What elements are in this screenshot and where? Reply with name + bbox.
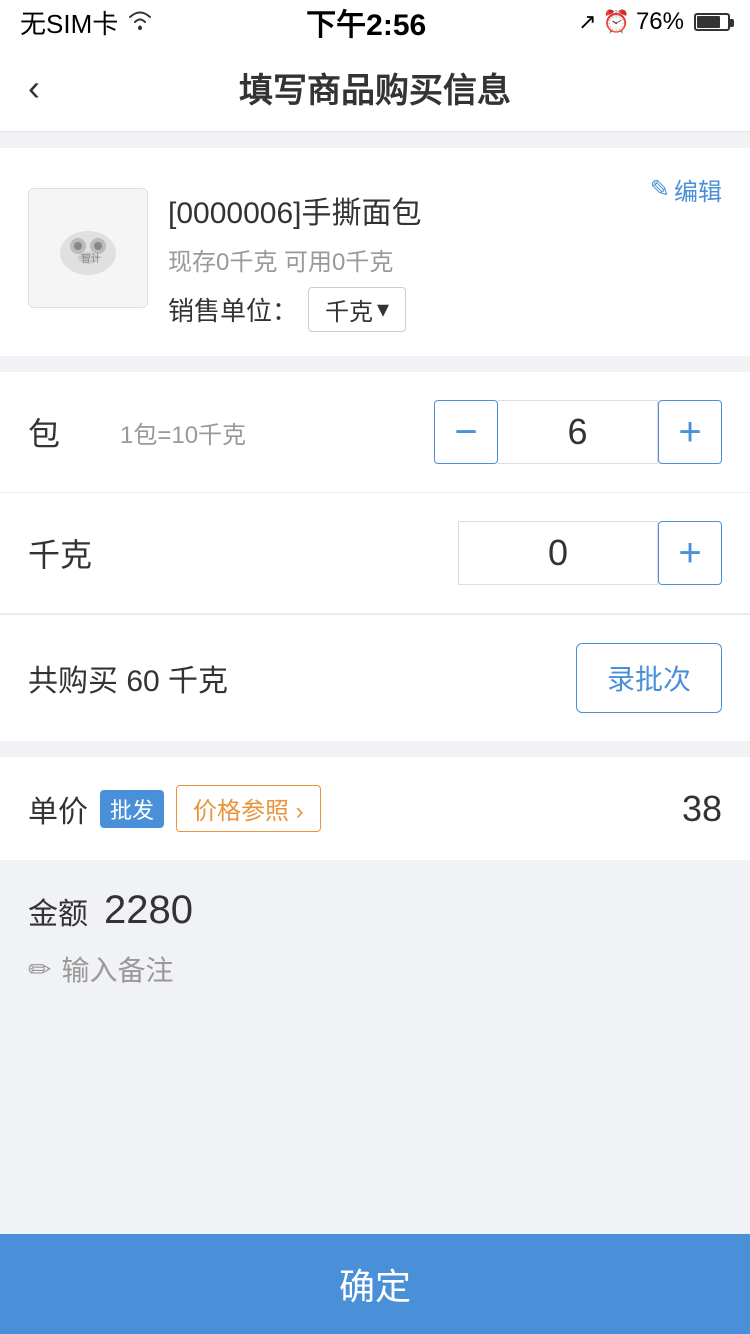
form-section: 包 1包=10千克 − + 千克 + 共购买 60 千克 录批次 [0,372,750,741]
chevron-down-icon: ▾ [377,295,389,324]
kg-quantity-control: + [458,521,722,585]
bag-row: 包 1包=10千克 − + [0,372,750,493]
status-bar: 无SIM卡 下午2:56 ↗ ⏰ 76% [0,0,750,44]
amount-value: 2280 [104,888,193,933]
back-button[interactable]: ‹ [28,67,40,109]
price-value: 38 [682,788,722,830]
carrier-text: 无SIM卡 [20,4,118,41]
status-indicators: ↗ ⏰ 76% [578,8,730,36]
product-name: [0000006]手撕面包 [168,188,722,232]
product-card: 智计 [0000006]手撕面包 现存0千克 可用0千克 销售单位： 千克 ▾ … [0,148,750,356]
remark-label: 输入备注 [61,949,173,989]
price-label-group: 单价 批发 价格参照 › [28,785,321,832]
page-title: 填写商品购买信息 [239,63,511,112]
confirm-button[interactable]: 确定 [0,1234,750,1334]
batch-badge: 批发 [100,790,164,828]
edit-button[interactable]: ✎ 编辑 [650,172,722,207]
price-reference-button[interactable]: 价格参照 › [176,785,321,832]
kg-increment-button[interactable]: + [658,521,722,585]
svg-text:智计: 智计 [81,252,101,265]
spacer [0,1017,750,1234]
product-image: 智计 [28,188,148,308]
unit-label: 销售单位： [168,291,298,328]
battery-icon [694,13,730,31]
summary-text: 共购买 60 千克 [28,656,228,700]
remark-row[interactable]: ✏ 输入备注 [28,949,722,989]
summary-row: 共购买 60 千克 录批次 [0,614,750,741]
batch-button[interactable]: 录批次 [576,643,722,713]
product-stock: 现存0千克 可用0千克 [168,242,722,277]
kg-label: 千克 [28,530,108,576]
alarm-icon: ⏰ [603,9,630,35]
bag-quantity-control: − + [434,400,722,464]
bag-quantity-input[interactable] [498,400,658,464]
status-carrier: 无SIM卡 [20,4,154,41]
price-section: 单价 批发 价格参照 › 38 [0,757,750,860]
kg-row: 千克 + [0,493,750,614]
bag-increment-button[interactable]: + [658,400,722,464]
unit-select[interactable]: 千克 ▾ [308,287,406,332]
amount-row: 金额 2280 [28,888,722,933]
nav-bar: ‹ 填写商品购买信息 [0,44,750,132]
unit-price-label: 单价 [28,787,88,831]
bag-label: 包 [28,409,108,455]
location-icon: ↗ [578,9,596,35]
price-row: 单价 批发 价格参照 › 38 [28,785,722,832]
amount-label: 金额 [28,889,88,933]
bag-decrement-button[interactable]: − [434,400,498,464]
bag-hint: 1包=10千克 [120,415,246,450]
battery-text: 76% [636,8,684,36]
pencil-icon: ✏ [28,953,51,986]
product-thumbnail: 智计 [53,218,123,278]
edit-icon: ✎ [650,175,670,204]
product-info: [0000006]手撕面包 现存0千克 可用0千克 销售单位： 千克 ▾ [168,188,722,332]
amount-section: 金额 2280 ✏ 输入备注 [0,860,750,1017]
kg-quantity-input[interactable] [458,521,658,585]
product-unit-row: 销售单位： 千克 ▾ [168,287,722,332]
status-time: 下午2:56 [306,0,426,44]
confirm-label: 确定 [339,1258,411,1310]
wifi-icon [126,7,154,38]
